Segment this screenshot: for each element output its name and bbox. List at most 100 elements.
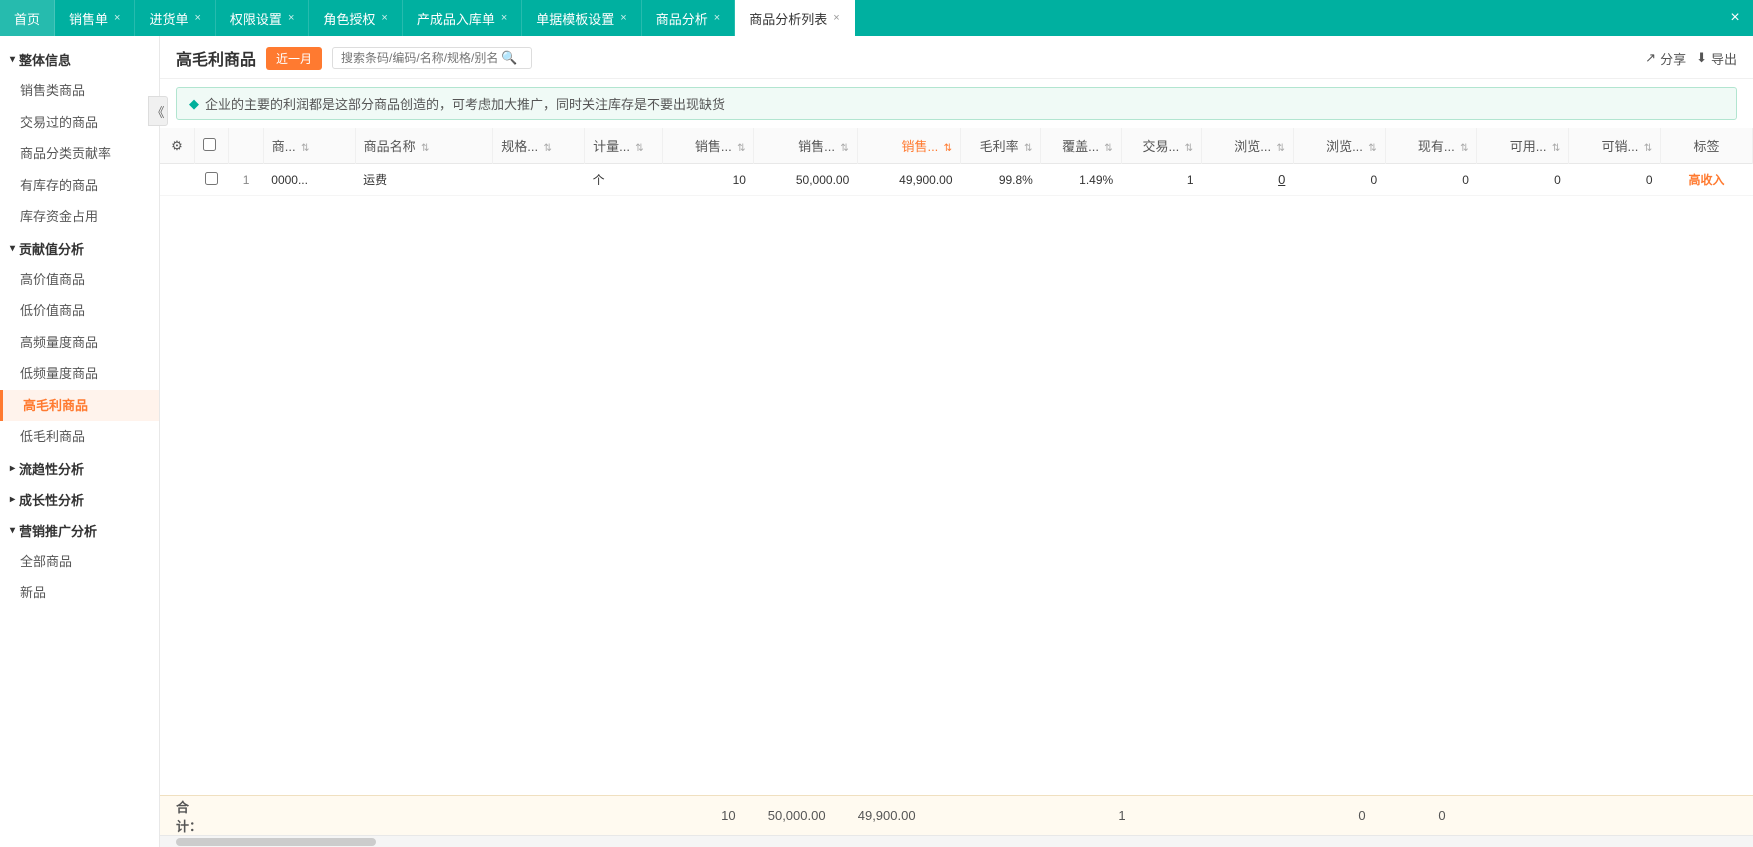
- col-header-spec[interactable]: 规格... ⇅: [493, 128, 585, 164]
- sort-icon-trade[interactable]: ⇅: [1185, 143, 1193, 154]
- sort-icon-unit[interactable]: ⇅: [635, 143, 643, 154]
- close-product-entry[interactable]: ×: [501, 12, 507, 24]
- sort-icon-stock1[interactable]: ⇅: [1460, 143, 1468, 154]
- sidebar-group-growth[interactable]: ▸ 成长性分析: [0, 484, 159, 515]
- sidebar-group-trend[interactable]: ▸ 流趋性分析: [0, 453, 159, 484]
- select-all-checkbox[interactable]: [203, 138, 216, 151]
- col-header-name[interactable]: 商品名称 ⇅: [355, 128, 493, 164]
- sort-icon-sales-cost[interactable]: ⇅: [944, 143, 952, 154]
- search-input-wrap[interactable]: 🔍: [332, 47, 532, 69]
- sort-icon-sales-amt[interactable]: ⇅: [840, 143, 848, 154]
- export-button[interactable]: ⬇ 导出: [1696, 49, 1737, 68]
- col-header-stock2[interactable]: 可用... ⇅: [1477, 128, 1569, 164]
- row-sales-cost: 49,900.00: [857, 164, 960, 196]
- page-title: 高毛利商品: [176, 46, 256, 70]
- table-container[interactable]: ⚙ 商... ⇅ 商品名称 ⇅: [160, 128, 1753, 795]
- sidebar-item-low-freq[interactable]: 低频量度商品: [0, 358, 159, 390]
- footer-sales-cost: 49,900.00: [834, 808, 924, 823]
- col-header-trade[interactable]: 交易... ⇅: [1121, 128, 1201, 164]
- sort-icon-stock3[interactable]: ⇅: [1644, 143, 1652, 154]
- nav-permission-settings[interactable]: 权限设置 ×: [216, 0, 309, 36]
- col-header-sales-qty[interactable]: 销售... ⇅: [662, 128, 754, 164]
- close-product-analysis[interactable]: ×: [714, 12, 720, 24]
- sidebar-item-in-stock[interactable]: 有库存的商品: [0, 170, 159, 202]
- search-input[interactable]: [341, 51, 501, 65]
- col-header-tag[interactable]: 标签: [1661, 128, 1753, 164]
- close-product-analysis-list[interactable]: ×: [833, 12, 839, 24]
- close-order-template[interactable]: ×: [620, 12, 626, 24]
- sidebar-item-new-goods[interactable]: 新品: [0, 577, 159, 609]
- sidebar-item-sales-goods[interactable]: 销售类商品: [0, 75, 159, 107]
- col-header-stock1[interactable]: 现有... ⇅: [1385, 128, 1477, 164]
- footer-sales-qty: 10: [664, 808, 744, 823]
- sidebar-item-high-freq[interactable]: 高频量度商品: [0, 327, 159, 359]
- col-header-unit[interactable]: 计量... ⇅: [585, 128, 663, 164]
- share-button[interactable]: ↗ 分享: [1645, 49, 1686, 68]
- col-header-browse2[interactable]: 浏览... ⇅: [1293, 128, 1385, 164]
- col-header-sales-amt[interactable]: 销售... ⇅: [754, 128, 857, 164]
- sort-icon-name[interactable]: ⇅: [421, 143, 429, 154]
- row-browse2: 0: [1293, 164, 1385, 196]
- close-sales-order[interactable]: ×: [114, 12, 120, 24]
- row-settings-cell: [160, 164, 194, 196]
- nav-product-analysis[interactable]: 商品分析 ×: [642, 0, 735, 36]
- sort-icon-stock2[interactable]: ⇅: [1552, 143, 1560, 154]
- sidebar-item-contribution[interactable]: 商品分类贡献率: [0, 138, 159, 170]
- sort-icon-cover[interactable]: ⇅: [1104, 143, 1112, 154]
- overall-arrow: ▾: [10, 54, 15, 65]
- col-header-gross-rate[interactable]: 毛利率 ⇅: [961, 128, 1041, 164]
- col-header-browse1[interactable]: 浏览... ⇅: [1202, 128, 1294, 164]
- sort-icon-code[interactable]: ⇅: [301, 143, 309, 154]
- col-header-stock3[interactable]: 可销... ⇅: [1569, 128, 1661, 164]
- sidebar-item-high-profit[interactable]: 高毛利商品: [0, 390, 159, 422]
- nav-role-permission[interactable]: 角色授权 ×: [309, 0, 402, 36]
- close-all-tabs-button[interactable]: ×: [1717, 0, 1753, 36]
- info-text: 企业的主要的利润都是这部分商品创造的，可考虑加大推广，同时关注库存是不要出现缺货: [205, 94, 725, 113]
- content-area: 高毛利商品 近一月 🔍 ↗ 分享 ⬇ 导出 ◆ 企业的主要的利润都是这部分商品创…: [160, 36, 1753, 847]
- row-checkbox[interactable]: [194, 164, 228, 196]
- row-sales-qty: 10: [662, 164, 754, 196]
- growth-arrow: ▸: [10, 494, 15, 505]
- table-row[interactable]: 1 0000... 运费 个 10 50,000.00 49,900.00 99…: [160, 164, 1753, 196]
- sidebar-group-wealth[interactable]: ▾ 贡献值分析: [0, 233, 159, 264]
- col-header-cover[interactable]: 覆盖... ⇅: [1041, 128, 1121, 164]
- sidebar-item-stock-occupation[interactable]: 库存资金占用: [0, 201, 159, 233]
- sort-icon-browse2[interactable]: ⇅: [1368, 143, 1376, 154]
- row-select-checkbox[interactable]: [205, 172, 218, 185]
- search-icon[interactable]: 🔍: [501, 50, 517, 66]
- sidebar-item-high-value[interactable]: 高价值商品: [0, 264, 159, 296]
- close-role[interactable]: ×: [381, 12, 387, 24]
- footer-totals-bar: 合计： 10 50,000.00 49,900.00 1 0 0: [160, 795, 1753, 835]
- row-gross-rate: 99.8%: [961, 164, 1041, 196]
- sidebar-group-overall[interactable]: ▾ 整体信息: [0, 44, 159, 75]
- nav-purchase-order[interactable]: 进货单 ×: [135, 0, 215, 36]
- filter-time-button[interactable]: 近一月: [266, 47, 322, 70]
- sort-icon-browse1[interactable]: ⇅: [1276, 143, 1284, 154]
- sidebar-item-traded-goods[interactable]: 交易过的商品: [0, 107, 159, 139]
- col-header-code[interactable]: 商... ⇅: [263, 128, 355, 164]
- nav-sales-order[interactable]: 销售单 ×: [55, 0, 135, 36]
- sort-icon-sales-qty[interactable]: ⇅: [737, 143, 745, 154]
- sidebar-item-all-goods[interactable]: 全部商品: [0, 546, 159, 578]
- sort-icon-gross-rate[interactable]: ⇅: [1024, 143, 1032, 154]
- growth-group-label: 成长性分析: [19, 490, 84, 509]
- close-purchase-order[interactable]: ×: [194, 12, 200, 24]
- horizontal-scrollbar[interactable]: [160, 835, 1753, 847]
- nav-order-template[interactable]: 单据模板设置 ×: [522, 0, 641, 36]
- col-header-sales-cost[interactable]: 销售... ⇅: [857, 128, 960, 164]
- sort-icon-spec[interactable]: ⇅: [543, 143, 551, 154]
- col-header-check[interactable]: [194, 128, 228, 164]
- nav-product-entry[interactable]: 产成品入库单 ×: [403, 0, 522, 36]
- row-browse1[interactable]: 0: [1202, 164, 1294, 196]
- sidebar-item-low-profit[interactable]: 低毛利商品: [0, 421, 159, 453]
- sidebar-item-low-value[interactable]: 低价值商品: [0, 295, 159, 327]
- sidebar-collapse-button[interactable]: 《: [148, 96, 168, 126]
- settings-icon[interactable]: ⚙: [171, 138, 183, 153]
- nav-product-analysis-list[interactable]: 商品分析列表 ×: [735, 0, 854, 36]
- col-header-index: [229, 128, 263, 164]
- close-permission[interactable]: ×: [288, 12, 294, 24]
- row-sales-amt: 50,000.00: [754, 164, 857, 196]
- nav-home[interactable]: 首页: [0, 0, 55, 36]
- sidebar-group-marketing[interactable]: ▾ 营销推广分析: [0, 515, 159, 546]
- col-header-settings[interactable]: ⚙: [160, 128, 194, 164]
